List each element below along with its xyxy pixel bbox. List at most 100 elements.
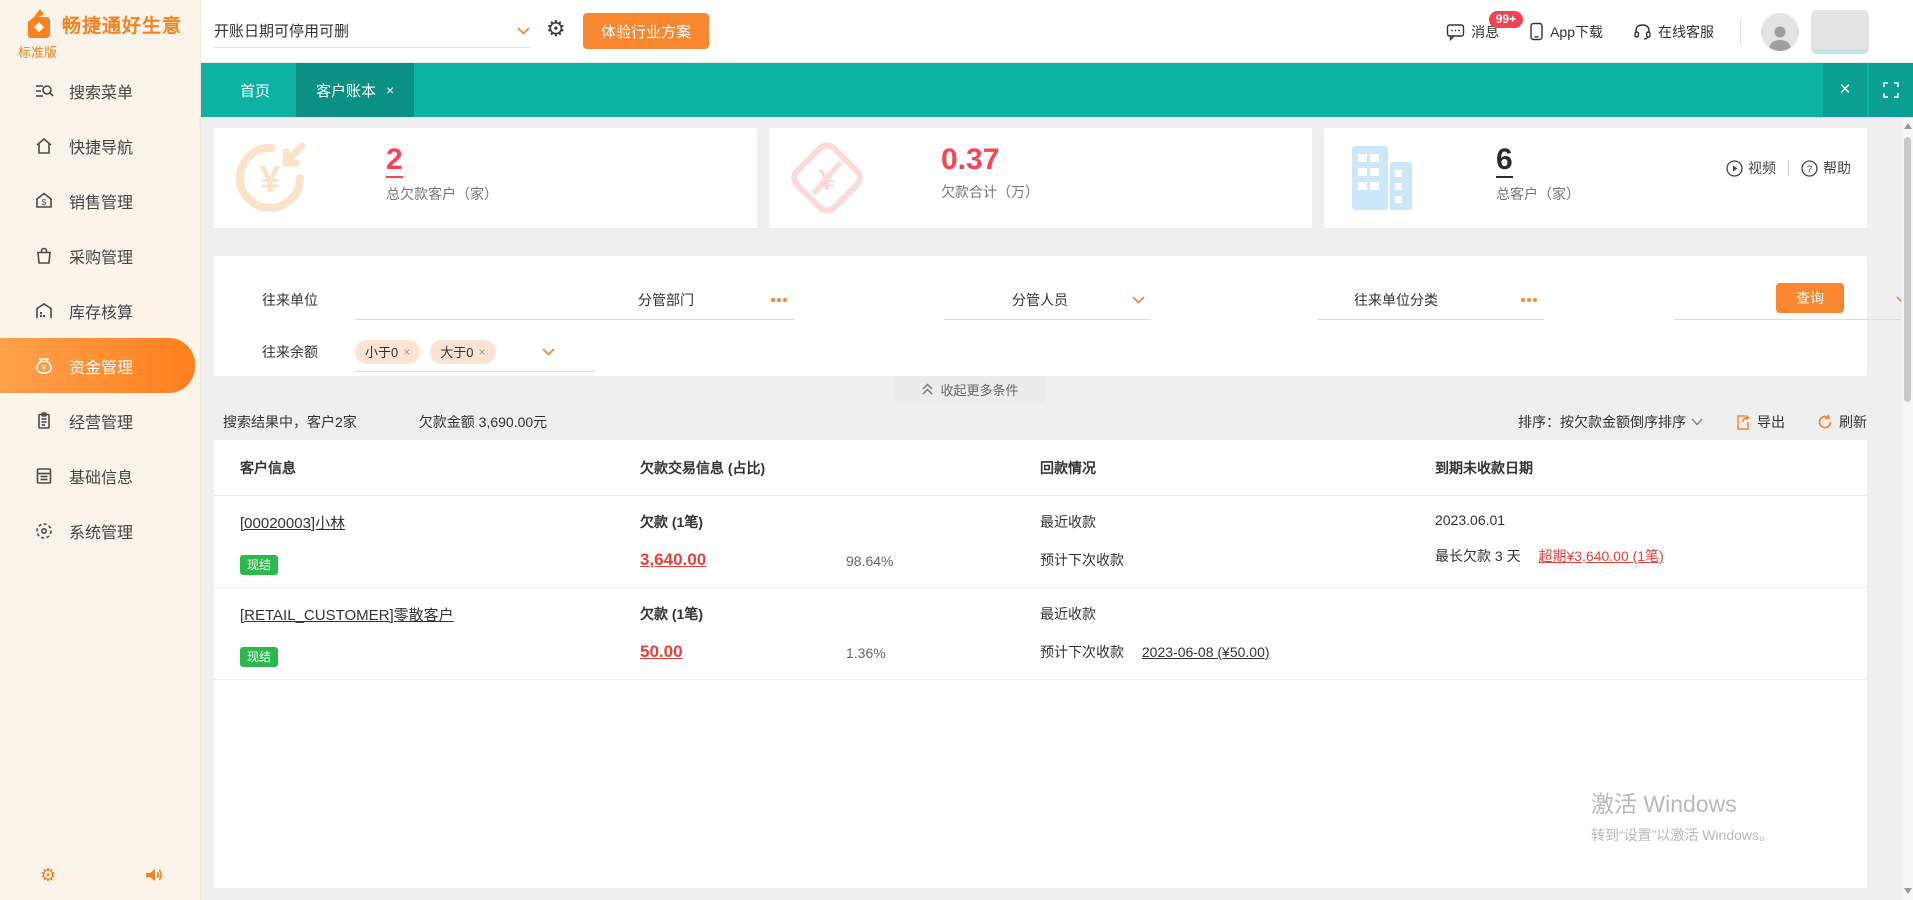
scrollbar-thumb[interactable] [1904, 137, 1911, 402]
results-summary: 搜索结果中，客户2家 [223, 414, 357, 430]
balance-tag: 小于0 × [355, 339, 421, 364]
sidebar-item-label: 经营管理 [69, 414, 134, 432]
stat-debt-customers-label: 总欠款客户（家） [386, 186, 498, 202]
scroll-down-icon[interactable] [1904, 888, 1912, 894]
balance-tag: 大于0 × [430, 339, 496, 364]
filter-label: 往来余额 [262, 344, 318, 360]
online-service-button[interactable]: 在线客服 [1633, 22, 1714, 42]
settings-gear-icon[interactable]: ⚙ [40, 865, 56, 886]
stat-card-total-customers: 6 总客户（家） 视频 ? 帮助 [1324, 128, 1867, 228]
user-avatar[interactable] [1761, 12, 1799, 51]
messages-button[interactable]: 消息 99+ [1446, 10, 1524, 42]
customer-link[interactable]: [RETAIL_CUSTOMER]零散客户 [240, 604, 454, 625]
chevron-down-icon [541, 347, 555, 356]
divider [1740, 18, 1741, 45]
gear-icon[interactable]: ⚙ [546, 17, 566, 42]
table-header: 客户信息 欠款交易信息 (占比) 回款情况 到期未收款日期 [214, 440, 1867, 496]
tab-home[interactable]: 首页 [214, 63, 296, 117]
account-set-select[interactable]: 开账日期可停用可删 [214, 14, 530, 48]
overdue-days: 最长欠款 3 天 [1435, 548, 1521, 564]
table-row: [00020003]小林 现结 欠款 (1笔) 3,640.00 98.64% … [214, 496, 1867, 588]
debt-amount-link[interactable]: 50.00 [640, 642, 683, 661]
double-chevron-up-icon [922, 383, 934, 395]
sidebar-item-operations[interactable]: 经营管理 [0, 393, 200, 448]
debt-amount-link[interactable]: 3,640.00 [640, 550, 706, 569]
help-link[interactable]: ? 帮助 [1801, 158, 1851, 178]
filter-balance-field: 往来余额 小于0 × 大于0 × [262, 332, 794, 372]
buildings-icon [1352, 146, 1412, 210]
sidebar-item-funds[interactable]: ¥ 资金管理 [0, 338, 195, 393]
sidebar-item-search-menu[interactable]: 搜索菜单 [0, 63, 200, 118]
money-bag-icon: ¥ [33, 355, 55, 377]
sidebar-item-inventory[interactable]: 库存核算 [0, 283, 200, 338]
stat-total-customers-value[interactable]: 6 [1496, 144, 1513, 178]
headset-icon [1634, 24, 1651, 40]
sidebar-item-label: 搜索菜单 [69, 84, 134, 102]
due-date-cell: 2023.06.01 最长欠款 3 天 超期¥3,640.00 (1笔) [1435, 496, 1867, 587]
chevron-down-icon [1691, 418, 1703, 426]
stat-debt-total-label: 欠款合计（万） [941, 184, 1039, 200]
collapse-filters-button[interactable]: 收起更多条件 [894, 376, 1046, 403]
overdue-amount-link[interactable]: 超期¥3,640.00 (1笔) [1538, 548, 1663, 564]
brand-area: 畅捷通好生意 标准版 [0, 0, 200, 63]
divider [1788, 160, 1789, 176]
customer-link[interactable]: [00020003]小林 [240, 512, 345, 533]
tab-customer-ledger[interactable]: 客户账本 × [296, 63, 415, 117]
workspace-logo-placeholder[interactable] [1811, 9, 1869, 54]
next-payment-label: 预计下次收款 [1040, 644, 1124, 660]
sidebar-item-sales[interactable]: $ 销售管理 [0, 173, 200, 228]
debt-percent: 98.64% [846, 553, 894, 569]
filter-label: 往来单位 [262, 292, 318, 308]
stat-debt-total-value: 0.37 [941, 143, 1000, 176]
stat-total-customers-label: 总客户（家） [1496, 186, 1580, 202]
svg-text:$: $ [42, 198, 47, 207]
next-payment-label: 预计下次收款 [1040, 552, 1124, 568]
online-service-label: 在线客服 [1658, 23, 1714, 40]
remove-tag-icon[interactable]: × [478, 345, 485, 359]
stat-card-debt-customers: ¥ 2 总欠款客户（家） [214, 128, 757, 228]
announcement-speaker-icon[interactable] [144, 866, 164, 884]
messages-badge: 99+ [1488, 10, 1524, 28]
filter-label: 分管部门 [638, 292, 694, 308]
filter-label: 往来单位分类 [1354, 292, 1438, 308]
app-download-button[interactable]: App下载 [1529, 22, 1603, 42]
scroll-up-icon[interactable] [1904, 123, 1912, 129]
clipboard-icon [33, 410, 55, 432]
message-bubble-icon [1446, 23, 1465, 41]
tab-close-icon[interactable]: × [386, 82, 394, 98]
sidebar-item-basic-info[interactable]: 基础信息 [0, 448, 200, 503]
document-icon [33, 465, 55, 487]
sidebar-item-quick-nav[interactable]: 快捷导航 [0, 118, 200, 173]
next-payment-value[interactable]: 2023-06-08 (¥50.00) [1142, 644, 1270, 660]
close-all-tabs-icon[interactable]: × [1823, 63, 1867, 117]
balance-select[interactable]: 小于0 × 大于0 × [355, 332, 595, 372]
remove-tag-icon[interactable]: × [403, 345, 410, 359]
sidebar-item-system[interactable]: 系统管理 [0, 503, 200, 558]
stat-debt-customers-value[interactable]: 2 [386, 144, 403, 178]
experience-plan-button[interactable]: 体验行业方案 [583, 13, 710, 49]
brand-name: 畅捷通好生意 [62, 15, 183, 37]
export-icon [1737, 414, 1750, 430]
tabbar-actions: × [1821, 63, 1913, 117]
stat-card-debt-total: ¥ 0.37 欠款合计（万） [769, 128, 1312, 228]
settlement-badge: 现结 [240, 647, 279, 667]
vertical-scrollbar[interactable] [1901, 117, 1913, 900]
repayment-cell: 最近收款 预计下次收款 [1040, 496, 1435, 587]
brand-logo-icon [28, 9, 50, 38]
search-button[interactable]: 查询 [1776, 283, 1844, 313]
account-set-value: 开账日期可停用可删 [214, 23, 350, 40]
help-links: 视频 ? 帮助 [1726, 158, 1851, 178]
debt-cell: 欠款 (1笔) 3,640.00 98.64% [640, 496, 1040, 587]
sidebar-item-label: 系统管理 [69, 524, 134, 542]
export-button[interactable]: 导出 [1735, 412, 1785, 432]
fullscreen-icon[interactable] [1869, 63, 1913, 117]
tab-label: 首页 [240, 82, 271, 100]
refresh-button[interactable]: 刷新 [1817, 412, 1867, 432]
sales-icon: $ [33, 190, 55, 212]
main-content: ¥ 2 总欠款客户（家） ¥ 0.37 欠款合计（万） 6 总客户（家） 视频 … [201, 117, 1913, 900]
video-link[interactable]: 视频 [1726, 158, 1776, 178]
sort-selector[interactable]: 排序：按欠款金额倒序排序 [1518, 412, 1703, 432]
app-window: 畅捷通好生意 标准版 搜索菜单 快捷导航 $ 销售管理 采购管理 库存核算 ¥ … [0, 0, 1913, 900]
sidebar-item-label: 销售管理 [69, 194, 134, 212]
sidebar-item-purchase[interactable]: 采购管理 [0, 228, 200, 283]
